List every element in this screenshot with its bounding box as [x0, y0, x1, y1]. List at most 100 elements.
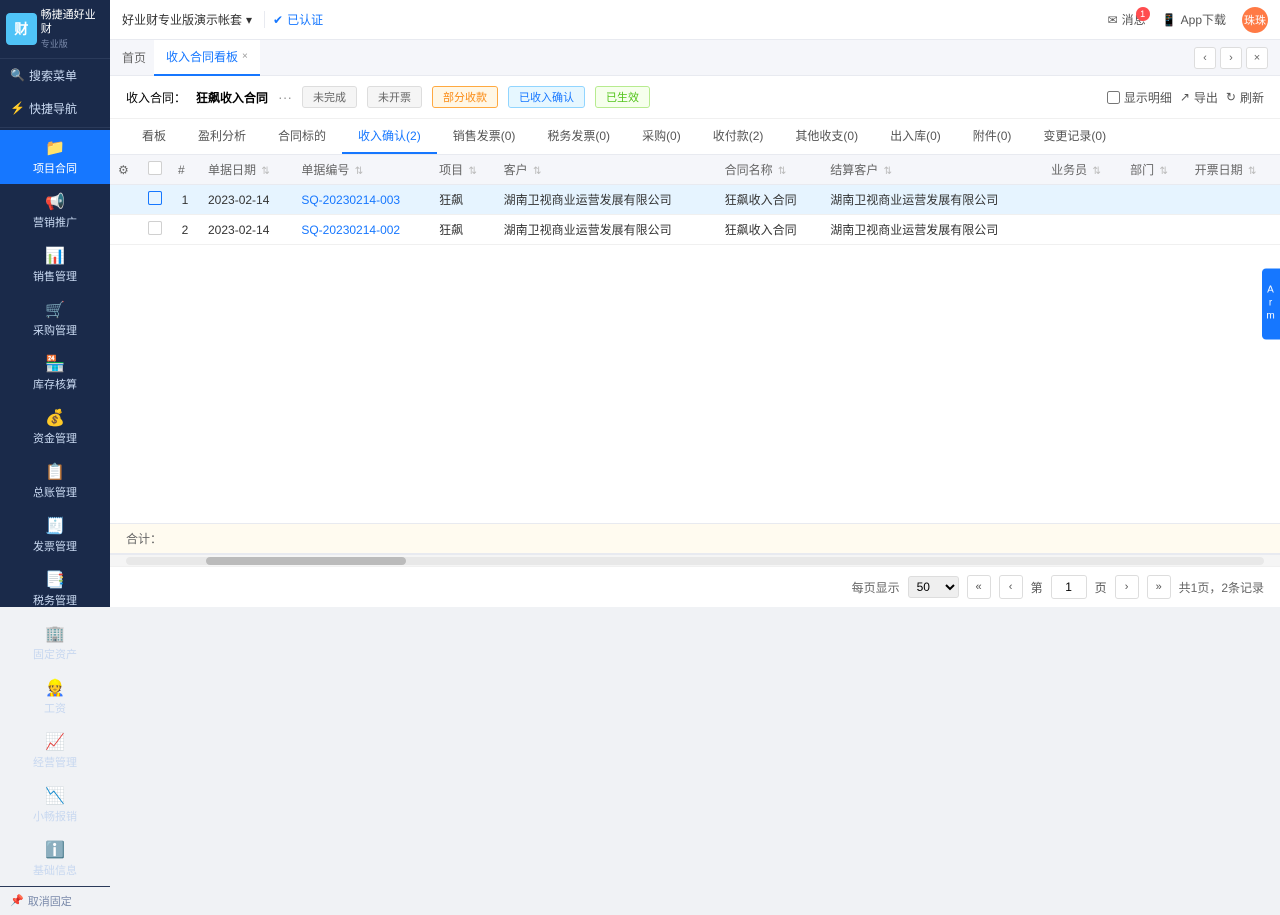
col-contract-name[interactable]: 合同名称 ⇅: [717, 155, 823, 185]
show-detail-checkbox[interactable]: 显示明细: [1107, 89, 1172, 106]
sidebar-item-invoice[interactable]: 🧾 发票管理: [0, 508, 110, 562]
page-word: 第: [1031, 579, 1043, 596]
col-order-no[interactable]: 单据编号 ⇅: [293, 155, 431, 185]
row-checkbox-2[interactable]: [148, 221, 162, 235]
tab-nav-prev[interactable]: ‹: [1194, 47, 1216, 69]
col-bill-date[interactable]: 开票日期 ⇅: [1187, 155, 1280, 185]
nav-label: 快捷导航: [29, 100, 77, 117]
logo-icon: 财: [6, 13, 37, 45]
prev-page-btn[interactable]: ‹: [999, 575, 1023, 599]
sidebar-bottom-pin[interactable]: 📌 取消固定: [0, 886, 110, 915]
status-not-invoiced[interactable]: 未开票: [367, 86, 422, 108]
col-settings[interactable]: ⚙: [110, 155, 140, 185]
export-btn[interactable]: ↗ 导出: [1180, 89, 1218, 106]
row-check-2[interactable]: [140, 215, 170, 245]
sidebar-item-purchase[interactable]: 🛒 采购管理: [0, 292, 110, 346]
col-check-all[interactable]: [140, 155, 170, 185]
status-not-complete[interactable]: 未完成: [302, 86, 357, 108]
col-customer[interactable]: 客户 ⇅: [496, 155, 717, 185]
order-link-1[interactable]: SQ-20230214-003: [301, 193, 400, 207]
sub-tab-sales-invoice[interactable]: 销售发票(0): [437, 119, 532, 154]
right-float-btn[interactable]: Arm: [1262, 268, 1280, 339]
row-order-no-2[interactable]: SQ-20230214-002: [293, 215, 431, 245]
order-link-2[interactable]: SQ-20230214-002: [301, 223, 400, 237]
refresh-btn[interactable]: ↻ 刷新: [1226, 89, 1264, 106]
tab-contract-board[interactable]: 收入合同看板 ×: [154, 40, 260, 76]
tab-nav-next[interactable]: ›: [1220, 47, 1242, 69]
app-download-btn[interactable]: 📱 App下载: [1162, 11, 1226, 28]
status-income-confirmed[interactable]: 已收入确认: [508, 86, 585, 108]
sort-icon: ⇅: [778, 166, 786, 177]
col-salesperson[interactable]: 业务员 ⇅: [1043, 155, 1122, 185]
breadcrumb-home[interactable]: 首页: [122, 49, 146, 66]
row-bill-date-1: [1187, 185, 1280, 215]
data-table: ⚙ # 单据日期 ⇅ 单据编号 ⇅ 项目 ⇅: [110, 155, 1280, 245]
show-detail-input[interactable]: [1107, 91, 1120, 104]
right-float-panel[interactable]: Arm: [1262, 268, 1280, 339]
sidebar-item-marketing[interactable]: 📢 营销推广: [0, 184, 110, 238]
sub-tab-purchase[interactable]: 采购(0): [626, 119, 697, 154]
row-customer-2: 湖南卫视商业运营发展有限公司: [496, 215, 717, 245]
sort-icon: ⇅: [1248, 166, 1256, 177]
horizontal-scrollbar[interactable]: [110, 554, 1280, 566]
company-selector[interactable]: 好业财专业版演示帐套 ▾: [122, 11, 265, 28]
quick-nav[interactable]: ⚡ 快捷导航: [0, 92, 110, 125]
table-row[interactable]: 2 2023-02-14 SQ-20230214-002 狂飙 湖南卫视商业运营…: [110, 215, 1280, 245]
sub-tab-warehouse[interactable]: 出入库(0): [874, 119, 957, 154]
logo-text: 畅捷通好业财: [41, 8, 104, 37]
row-dept-1: [1122, 185, 1187, 215]
message-btn[interactable]: ✉ 1 消息: [1108, 11, 1146, 28]
sidebar-item-project[interactable]: 📁 项目合同: [0, 130, 110, 184]
sidebar-item-fixed-assets[interactable]: 🏢 固定资产: [0, 616, 110, 670]
payroll-icon: 👷: [45, 678, 65, 698]
tab-nav-close[interactable]: ×: [1246, 47, 1268, 69]
scroll-thumb[interactable]: [206, 557, 406, 565]
status-effective[interactable]: 已生效: [595, 86, 650, 108]
last-page-btn[interactable]: »: [1147, 575, 1171, 599]
next-page-btn[interactable]: ›: [1115, 575, 1139, 599]
sidebar-item-finance[interactable]: 💰 资金管理: [0, 400, 110, 454]
sort-icon: ⇅: [1093, 166, 1101, 177]
sidebar-item-payroll[interactable]: 👷 工资: [0, 670, 110, 724]
sub-tab-profit[interactable]: 盈利分析: [182, 119, 262, 154]
sidebar-item-expense[interactable]: 📉 小畅报销: [0, 778, 110, 832]
first-page-btn[interactable]: «: [967, 575, 991, 599]
sub-tab-income-confirm[interactable]: 收入确认(2): [342, 119, 437, 154]
col-date[interactable]: 单据日期 ⇅: [200, 155, 293, 185]
sub-tab-tax-invoice[interactable]: 税务发票(0): [531, 119, 626, 154]
tab-close-btn[interactable]: ×: [242, 51, 248, 62]
col-order-no-label: 单据编号: [301, 163, 349, 177]
sidebar-item-management[interactable]: 📈 经营管理: [0, 724, 110, 778]
check-all-checkbox[interactable]: [148, 161, 162, 175]
sidebar-item-tax[interactable]: 📑 税务管理: [0, 562, 110, 616]
avatar[interactable]: 珠珠: [1242, 7, 1268, 33]
row-order-no-1[interactable]: SQ-20230214-003: [293, 185, 431, 215]
sub-tab-subject[interactable]: 合同标的: [262, 119, 342, 154]
sidebar-item-inventory[interactable]: 🏪 库存核算: [0, 346, 110, 400]
invoice-icon: 🧾: [45, 516, 65, 536]
row-check-1[interactable]: [140, 185, 170, 215]
more-options-btn[interactable]: ···: [278, 89, 292, 105]
sub-tab-change-log[interactable]: 变更记录(0): [1027, 119, 1122, 154]
sidebar-item-sales[interactable]: 📊 销售管理: [0, 238, 110, 292]
status-partial-collected[interactable]: 部分收款: [432, 86, 498, 108]
management-icon: 📈: [45, 732, 65, 752]
sidebar-item-basic-info[interactable]: ℹ️ 基础信息: [0, 832, 110, 886]
row-settlement-1: 湖南卫视商业运营发展有限公司: [822, 185, 1043, 215]
table-footer: 合计：: [110, 523, 1280, 554]
col-dept[interactable]: 部门 ⇅: [1122, 155, 1187, 185]
page-number-input[interactable]: [1051, 575, 1087, 599]
row-checkbox-1[interactable]: [148, 191, 162, 205]
sidebar-item-ledger[interactable]: 📋 总账管理: [0, 454, 110, 508]
col-project[interactable]: 项目 ⇅: [431, 155, 496, 185]
sub-tab-board[interactable]: 看板: [126, 119, 182, 154]
row-salesperson-2: [1043, 215, 1122, 245]
finance-icon: 💰: [45, 408, 65, 428]
sub-tab-other-income[interactable]: 其他收支(0): [779, 119, 874, 154]
sub-tab-payment[interactable]: 收付款(2): [697, 119, 780, 154]
col-settlement-customer[interactable]: 结算客户 ⇅: [822, 155, 1043, 185]
sidebar-search[interactable]: 🔍 搜索菜单: [0, 59, 110, 92]
sub-tab-attachment[interactable]: 附件(0): [957, 119, 1028, 154]
per-page-select[interactable]: 20 50 100: [908, 576, 959, 598]
table-row[interactable]: 1 2023-02-14 SQ-20230214-003 狂飙 湖南卫视商业运营…: [110, 185, 1280, 215]
